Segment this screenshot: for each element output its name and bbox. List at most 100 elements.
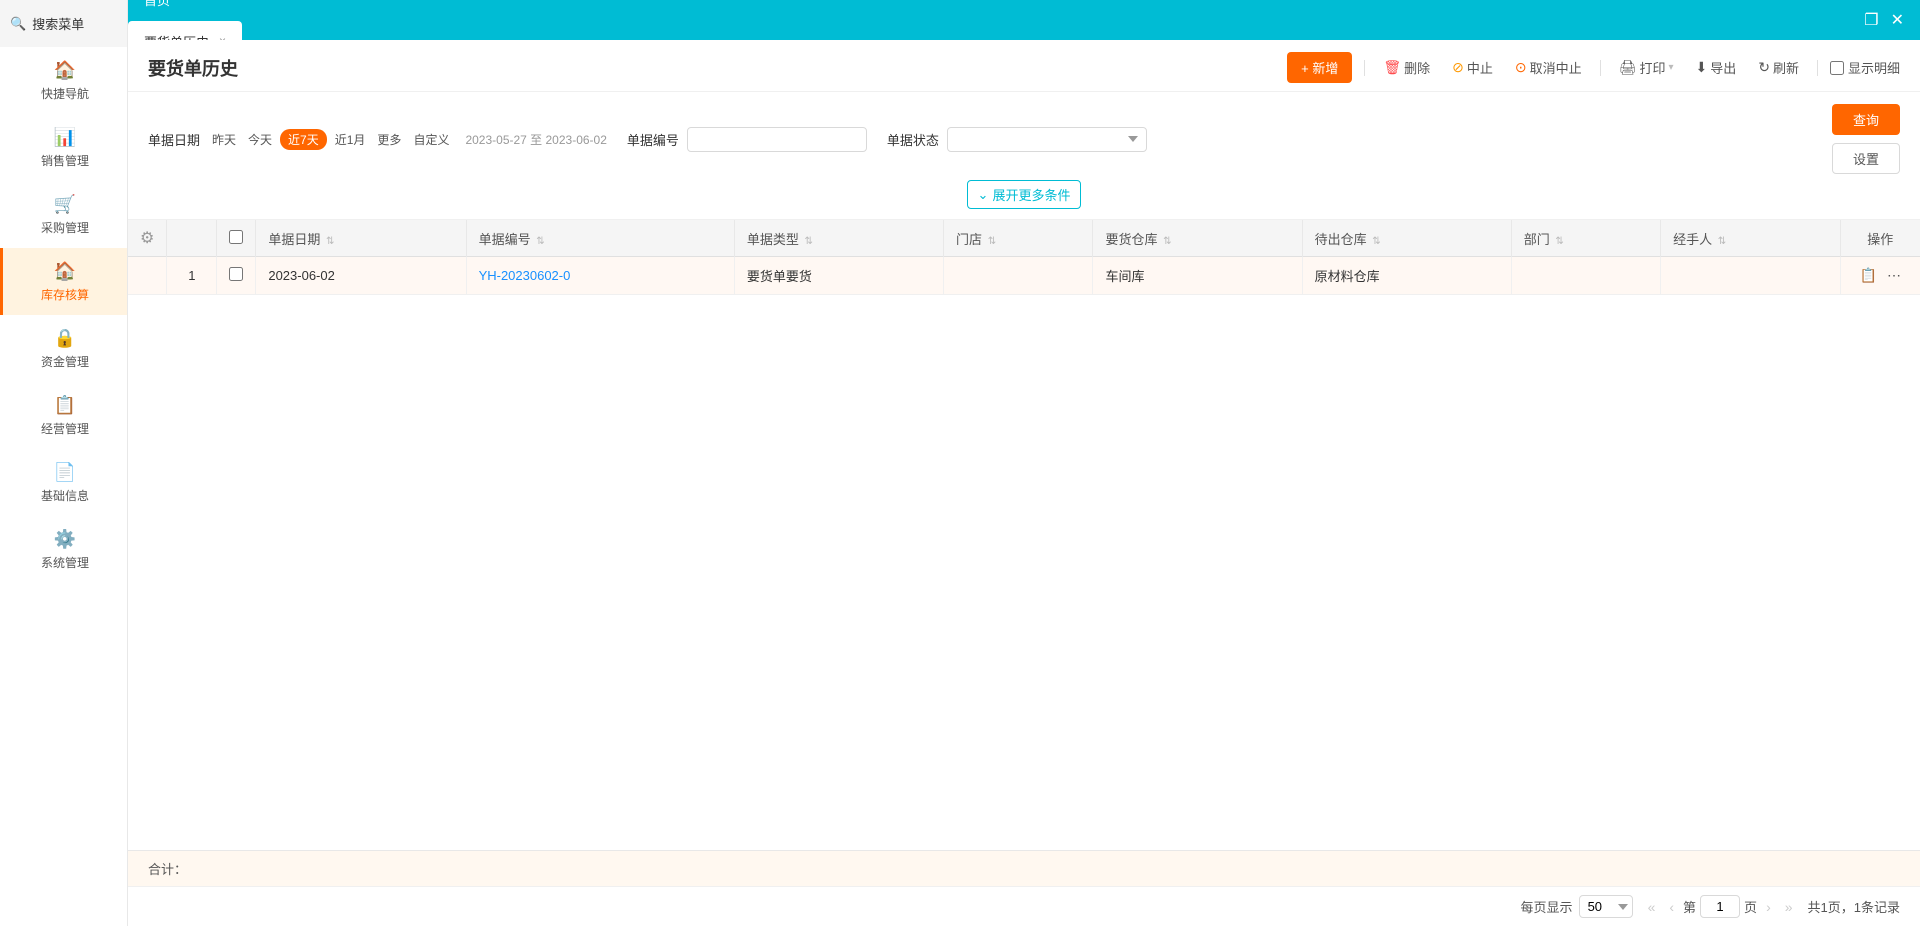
page-prefix: 第	[1683, 897, 1696, 916]
cancel-stop-button[interactable]: ⊙ 取消中止	[1509, 54, 1588, 81]
sidebar-item-system[interactable]: ⚙️ 系统管理	[0, 516, 127, 583]
row-doc-type-0: 要货单要货	[734, 257, 943, 295]
print-icon: 🖨	[1619, 59, 1637, 76]
table-settings-icon[interactable]: ⚙	[140, 230, 154, 247]
divider-1	[1364, 60, 1365, 76]
date-shortcut-1[interactable]: 今天	[244, 129, 276, 150]
sidebar-item-operations[interactable]: 📋 经营管理	[0, 382, 127, 449]
summary-label: 合计：	[148, 859, 187, 878]
restore-icon[interactable]: ❐	[1864, 10, 1878, 30]
table-row: 1 2023-06-02 YH-20230602-0 要货单要货 车间库 原材料…	[128, 257, 1920, 295]
col-store-sort-icon[interactable]: ⇅	[988, 236, 996, 247]
sidebar-label-sales: 销售管理	[41, 152, 89, 169]
row-handler-0	[1661, 257, 1840, 295]
row-ops-0: 📋 ⋯	[1840, 257, 1920, 295]
sidebar-icon-purchase: 🛒	[54, 193, 76, 215]
tab-label-home: 首页	[144, 0, 170, 9]
sidebar-icon-operations: 📋	[54, 394, 76, 416]
sidebar-item-basic[interactable]: 📄 基础信息	[0, 449, 127, 516]
display-detail-label: 显示明细	[1848, 58, 1900, 77]
sidebar-label-operations: 经营管理	[41, 420, 89, 437]
date-shortcut-2[interactable]: 近7天	[280, 129, 327, 150]
date-shortcut-0[interactable]: 昨天	[208, 129, 240, 150]
tab-home[interactable]: 首页	[128, 0, 242, 19]
doc-status-select[interactable]	[947, 127, 1147, 152]
col-handler-sort-icon[interactable]: ⇅	[1718, 236, 1726, 247]
settings-button[interactable]: 设置	[1832, 143, 1900, 174]
stop-label: 中止	[1467, 58, 1493, 77]
row-cb-0[interactable]	[229, 267, 243, 281]
row-doc-no-link-0[interactable]: YH-20230602-0	[479, 268, 571, 283]
sidebar-icon-sales: 📊	[54, 126, 76, 148]
expand-more-button[interactable]: ⌄ 展开更多条件	[967, 180, 1082, 209]
sidebar-icon-system: ⚙️	[54, 528, 76, 550]
col-doc-no: 单据编号 ⇅	[466, 220, 734, 257]
page-number-input[interactable]	[1700, 895, 1740, 918]
date-shortcut-5[interactable]: 自定义	[409, 129, 453, 150]
row-department-0	[1511, 257, 1660, 295]
first-page-button[interactable]: «	[1643, 896, 1661, 918]
sidebar-item-quick-nav[interactable]: 🏠 快捷导航	[0, 47, 127, 114]
next-page-button[interactable]: ›	[1761, 896, 1776, 918]
filter-row: 单据日期 昨天今天近7天近1月更多自定义 2023-05-27 至 2023-0…	[148, 104, 1900, 174]
select-all-checkbox[interactable]	[229, 230, 243, 244]
row-req-warehouse-0: 车间库	[1093, 257, 1302, 295]
sidebar-label-finance: 资金管理	[41, 353, 89, 370]
query-button[interactable]: 查询	[1832, 104, 1900, 135]
display-detail-checkbox[interactable]	[1830, 61, 1844, 75]
doc-no-input[interactable]	[687, 127, 867, 152]
export-button[interactable]: ⬇ 导出	[1689, 54, 1742, 81]
col-checkbox	[217, 220, 256, 257]
date-shortcut-4[interactable]: 更多	[373, 129, 405, 150]
delete-button[interactable]: 🗑 删除	[1377, 54, 1436, 81]
sidebar-item-inventory[interactable]: 🏠 库存核算	[0, 248, 127, 315]
prev-page-button[interactable]: ‹	[1664, 896, 1679, 918]
per-page-select[interactable]: 2050100200	[1579, 895, 1633, 918]
page-content: 要货单历史 + 新增 🗑 删除 ⊘ 中止 ⊙ 取消中止 🖨	[128, 40, 1920, 926]
print-button[interactable]: 🖨 打印 ▾	[1613, 54, 1680, 81]
sidebar-label-basic: 基础信息	[41, 487, 89, 504]
col-req-warehouse-sort-icon[interactable]: ⇅	[1163, 236, 1171, 247]
refresh-label: 刷新	[1773, 58, 1799, 77]
col-doc-type-sort-icon[interactable]: ⇅	[805, 236, 813, 247]
export-label: 导出	[1710, 58, 1736, 77]
display-detail-toggle[interactable]: 显示明细	[1830, 58, 1900, 77]
sidebar-item-finance[interactable]: 🔒 资金管理	[0, 315, 127, 382]
page-title: 要货单历史	[148, 55, 238, 81]
col-pending-warehouse-sort-icon[interactable]: ⇅	[1372, 236, 1380, 247]
col-department-sort-icon[interactable]: ⇅	[1555, 236, 1563, 247]
footer-summary: 合计：	[128, 850, 1920, 886]
row-store-0	[944, 257, 1093, 295]
divider-2	[1600, 60, 1601, 76]
sidebar-label-system: 系统管理	[41, 554, 89, 571]
stop-icon: ⊘	[1452, 59, 1464, 76]
filter-second-row: ⌄ 展开更多条件	[148, 174, 1900, 211]
col-department-label: 部门	[1524, 232, 1550, 247]
col-doc-date-sort-icon[interactable]: ⇅	[326, 236, 334, 247]
refresh-icon: ↻	[1758, 59, 1770, 76]
date-filter-label: 单据日期	[148, 130, 200, 149]
row-view-btn-0[interactable]: 📋	[1858, 265, 1879, 286]
sidebar-search[interactable]: 🔍 搜索菜单	[0, 0, 127, 47]
date-shortcut-3[interactable]: 近1月	[331, 129, 370, 150]
row-more-btn-0[interactable]: ⋯	[1885, 265, 1903, 286]
stop-button[interactable]: ⊘ 中止	[1446, 54, 1499, 81]
last-page-button[interactable]: »	[1780, 896, 1798, 918]
refresh-button[interactable]: ↻ 刷新	[1752, 54, 1805, 81]
col-req-warehouse-label: 要货仓库	[1105, 232, 1157, 247]
expand-label: 展开更多条件	[992, 185, 1070, 204]
new-button[interactable]: + 新增	[1287, 52, 1352, 83]
date-filter-group: 单据日期 昨天今天近7天近1月更多自定义 2023-05-27 至 2023-0…	[148, 129, 607, 150]
row-doc-no-0: YH-20230602-0	[466, 257, 734, 295]
action-buttons: 查询 设置	[1832, 104, 1900, 174]
sidebar-icon-quick-nav: 🏠	[54, 59, 76, 81]
sidebar-item-purchase[interactable]: 🛒 采购管理	[0, 181, 127, 248]
col-doc-no-sort-icon[interactable]: ⇅	[536, 236, 544, 247]
table-body: 1 2023-06-02 YH-20230602-0 要货单要货 车间库 原材料…	[128, 257, 1920, 295]
col-department: 部门 ⇅	[1511, 220, 1660, 257]
sidebar-label-inventory: 库存核算	[41, 286, 89, 303]
close-icon[interactable]: ✕	[1891, 10, 1904, 30]
sidebar-item-sales[interactable]: 📊 销售管理	[0, 114, 127, 181]
delete-icon: 🗑	[1383, 59, 1401, 76]
row-doc-date-0: 2023-06-02	[256, 257, 466, 295]
